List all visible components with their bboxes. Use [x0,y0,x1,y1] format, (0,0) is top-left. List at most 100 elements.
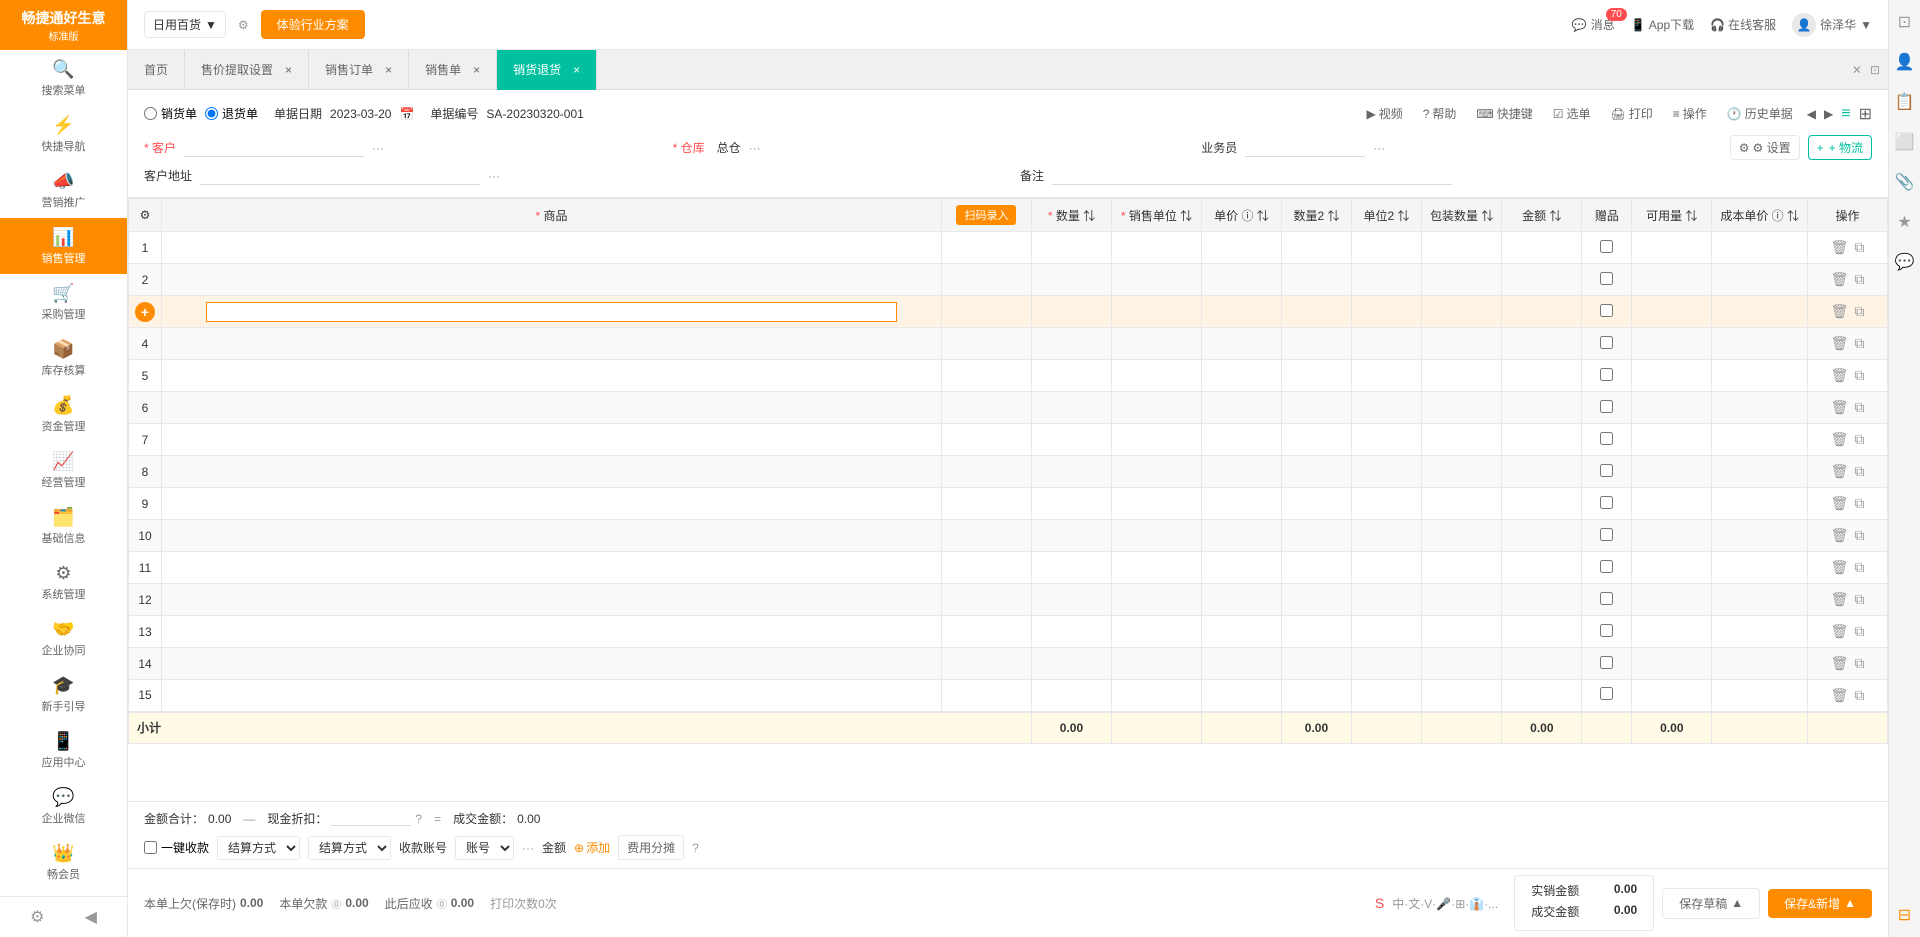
copy-row-btn[interactable]: ⧉ [1854,431,1864,448]
product-input[interactable] [206,302,896,322]
gift-checkbox[interactable] [1600,400,1613,413]
gift-checkbox[interactable] [1600,240,1613,253]
maximize-icon[interactable]: ⊡ [1870,63,1880,77]
product-cell[interactable] [162,584,942,616]
user-menu[interactable]: 👤 徐泽华 ▼ [1792,13,1872,37]
industry-select[interactable]: 日用百货 ▼ [144,11,226,38]
th-scan[interactable]: 扫码录入 [941,199,1031,232]
right-icon-5[interactable]: 📎 [1891,168,1919,196]
calc-method-select2[interactable]: 结算方式 [308,836,391,860]
radio-sale-input[interactable] [144,107,157,120]
sidebar-item-14[interactable]: 👑畅会员 [0,834,127,890]
print-btn[interactable]: 🖨 打印 [1605,102,1659,125]
tab-sales[interactable]: 销售单 × [409,50,497,90]
gift-checkbox[interactable] [1600,496,1613,509]
tab-sales-order-close[interactable]: × [385,63,392,77]
gift-checkbox[interactable] [1600,528,1613,541]
product-cell[interactable] [162,328,942,360]
sidebar-item-6[interactable]: 💰资金管理 [0,386,127,442]
product-cell[interactable] [162,232,942,264]
copy-row-btn[interactable]: ⧉ [1854,239,1864,256]
copy-row-btn[interactable]: ⧉ [1854,655,1864,672]
copy-row-btn[interactable]: ⧉ [1854,367,1864,384]
copy-row-btn[interactable]: ⧉ [1854,463,1864,480]
gift-checkbox[interactable] [1600,464,1613,477]
copy-row-btn[interactable]: ⧉ [1854,495,1864,512]
add-row-btn[interactable]: + [135,302,155,322]
product-cell[interactable] [162,520,942,552]
sidebar-item-1[interactable]: ⚡快捷导航 [0,106,127,162]
sidebar-item-13[interactable]: 💬企业微信 [0,778,127,834]
right-icon-2[interactable]: 👤 [1891,48,1919,76]
product-cell[interactable] [162,680,942,712]
trial-btn[interactable]: 体验行业方案 [261,10,365,39]
address-lookup[interactable]: ··· [488,169,500,183]
gift-checkbox[interactable] [1600,687,1613,700]
copy-row-btn[interactable]: ⧉ [1854,687,1864,704]
th-gear[interactable]: ⚙ [129,199,162,232]
delete-row-btn[interactable]: 🗑 [1831,623,1849,640]
save-draft-btn[interactable]: 保存草稿 ▲ [1662,888,1760,919]
online-service-btn[interactable]: 🎧 在线客服 [1710,16,1776,33]
delete-row-btn[interactable]: 🗑 [1831,303,1849,320]
gift-checkbox[interactable] [1600,272,1613,285]
product-cell[interactable] [162,488,942,520]
sidebar-item-8[interactable]: 🗂️基础信息 [0,498,127,554]
product-cell[interactable] [162,264,942,296]
help-btn[interactable]: ? 帮助 [1417,102,1463,125]
product-cell[interactable] [162,616,942,648]
radio-return-input[interactable] [205,107,218,120]
staff-lookup[interactable]: ··· [1373,141,1385,155]
warehouse-lookup[interactable]: ··· [749,141,761,155]
sidebar-item-5[interactable]: 📦库存核算 [0,330,127,386]
view-list-icon[interactable]: ≡ [1841,105,1850,123]
delete-row-btn[interactable]: 🗑 [1831,559,1849,576]
gift-checkbox[interactable] [1600,560,1613,573]
delete-row-btn[interactable]: 🗑 [1831,463,1849,480]
delete-row-btn[interactable]: 🗑 [1831,527,1849,544]
delete-row-btn[interactable]: 🗑 [1831,399,1849,416]
delete-row-btn[interactable]: 🗑 [1831,431,1849,448]
delete-row-btn[interactable]: 🗑 [1831,271,1849,288]
close-tab-icon[interactable]: ✕ [1852,63,1862,77]
one-click-payment-checkbox[interactable]: 一键收款 [144,839,209,856]
delete-row-btn[interactable]: 🗑 [1831,335,1849,352]
copy-row-btn[interactable]: ⧉ [1854,303,1864,320]
gift-checkbox[interactable] [1600,432,1613,445]
sidebar-item-2[interactable]: 📣营销推广 [0,162,127,218]
collapse-icon[interactable]: ◀ [85,907,97,927]
delete-row-btn[interactable]: 🗑 [1831,495,1849,512]
one-click-input[interactable] [144,841,157,854]
dots-icon[interactable]: ··· [522,841,534,855]
tab-return[interactable]: 销货退货 × [497,50,597,90]
history-btn[interactable]: 🕐 历史单据 [1721,102,1799,125]
tab-price-settings[interactable]: 售价提取设置 × [185,50,309,90]
scan-btn[interactable]: 扫码录入 [956,205,1016,225]
calc-method-select[interactable]: 结算方式 [217,836,300,860]
video-btn[interactable]: ▶ 视频 [1360,102,1408,125]
copy-row-btn[interactable]: ⧉ [1854,335,1864,352]
view-grid-icon[interactable]: ⊞ [1859,104,1872,124]
add-logistics-btn[interactable]: + + 物流 [1808,135,1872,160]
add-payment-btn[interactable]: ⊕ 添加 [574,839,610,856]
gear-icon[interactable]: ⚙ [238,18,249,32]
select-btn[interactable]: ☑ 选单 [1547,102,1597,125]
delete-row-btn[interactable]: 🗑 [1831,687,1849,704]
sidebar-item-9[interactable]: ⚙系统管理 [0,554,127,610]
copy-row-btn[interactable]: ⧉ [1854,527,1864,544]
nav-prev[interactable]: ◀ [1807,107,1816,121]
tab-price-close[interactable]: × [285,63,292,77]
address-input[interactable] [200,166,480,185]
right-icon-1[interactable]: ⊡ [1894,8,1915,36]
product-cell[interactable] [162,456,942,488]
radio-sale[interactable]: 销货单 [144,105,197,122]
sidebar-item-4[interactable]: 🛒采购管理 [0,274,127,330]
gift-checkbox[interactable] [1600,592,1613,605]
delete-row-btn[interactable]: 🗑 [1831,655,1849,672]
gift-checkbox[interactable] [1600,304,1613,317]
settings-form-btn[interactable]: ⚙ ⚙ 设置 [1730,135,1800,160]
settings-icon[interactable]: ⚙ [30,907,44,927]
message-btn[interactable]: 💬 消息 70 [1572,16,1615,33]
save-new-btn[interactable]: 保存&新增 ▲ [1768,889,1872,918]
app-download-btn[interactable]: 📱 App下载 [1631,16,1694,33]
